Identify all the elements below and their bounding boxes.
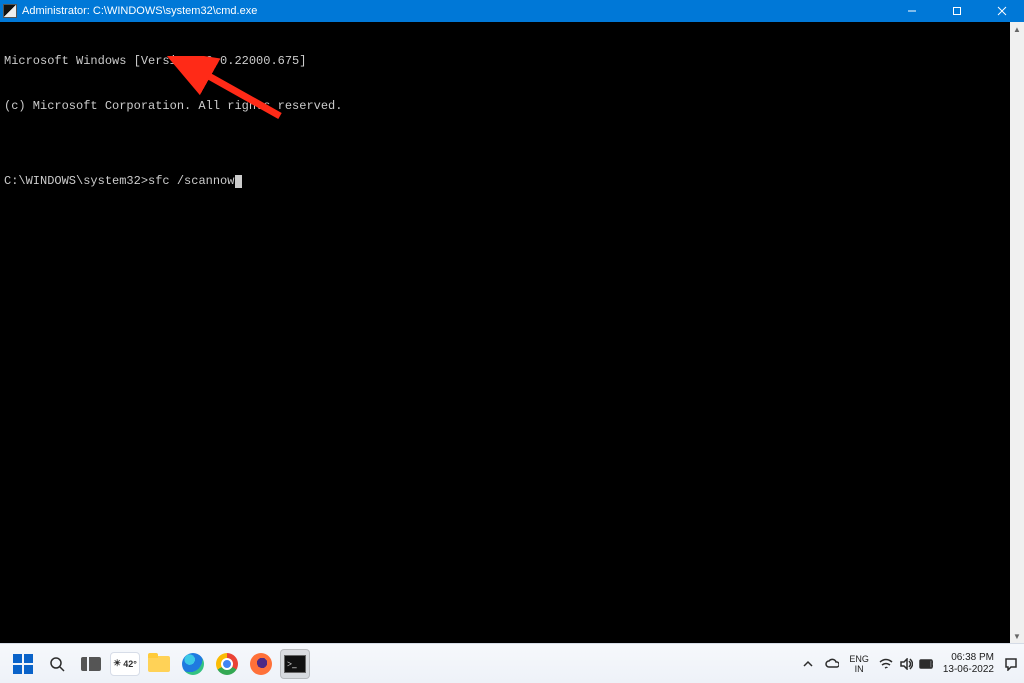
vertical-scrollbar[interactable]: ▲ ▼: [1010, 22, 1024, 643]
onedrive-tray-icon[interactable]: [825, 657, 839, 671]
lang-secondary: IN: [855, 664, 864, 674]
close-button[interactable]: [979, 0, 1024, 22]
tray-overflow-button[interactable]: [801, 657, 815, 671]
task-view-icon: [81, 657, 101, 671]
lang-primary: ENG: [849, 654, 869, 664]
scrollbar-track[interactable]: [1010, 36, 1024, 629]
wifi-icon: [879, 657, 893, 671]
terminal-window: Microsoft Windows [Version 10.0.22000.67…: [0, 22, 1024, 643]
cmd-taskbar-button[interactable]: [280, 649, 310, 679]
edge-button[interactable]: [178, 649, 208, 679]
terminal-prompt: C:\WINDOWS\system32>: [4, 174, 148, 188]
terminal-output[interactable]: Microsoft Windows [Version 10.0.22000.67…: [0, 22, 1024, 643]
clock-date: 13-06-2022: [943, 664, 994, 676]
window-titlebar[interactable]: Administrator: C:\WINDOWS\system32\cmd.e…: [0, 0, 1024, 22]
windows-logo-icon: [13, 654, 33, 674]
terminal-prompt-line: C:\WINDOWS\system32>sfc /scannow: [4, 174, 1020, 189]
taskbar-left: ☀ 42°: [0, 649, 310, 679]
notifications-button[interactable]: [1004, 657, 1018, 671]
firefox-icon: [250, 653, 272, 675]
sun-icon: ☀: [113, 658, 121, 669]
folder-icon: [148, 656, 170, 672]
maximize-button[interactable]: [934, 0, 979, 22]
file-explorer-button[interactable]: [144, 649, 174, 679]
chrome-button[interactable]: [212, 649, 242, 679]
scroll-up-arrow-icon[interactable]: ▲: [1010, 22, 1024, 36]
firefox-button[interactable]: [246, 649, 276, 679]
chevron-up-icon: [802, 658, 814, 670]
window-title: Administrator: C:\WINDOWS\system32\cmd.e…: [22, 5, 889, 17]
start-button[interactable]: [8, 649, 38, 679]
terminal-icon: [284, 655, 306, 673]
taskbar: ☀ 42° ENG IN: [0, 643, 1024, 683]
clock[interactable]: 06:38 PM 13-06-2022: [943, 652, 994, 676]
terminal-cursor: [235, 175, 242, 188]
search-button[interactable]: [42, 649, 72, 679]
battery-icon: [919, 657, 933, 671]
search-icon: [48, 655, 66, 673]
weather-chip: ☀ 42°: [110, 652, 140, 676]
chrome-icon: [216, 653, 238, 675]
notification-icon: [1004, 657, 1018, 671]
terminal-line: Microsoft Windows [Version 10.0.22000.67…: [4, 54, 1020, 69]
cmd-app-icon: [3, 4, 17, 18]
minimize-button[interactable]: [889, 0, 934, 22]
weather-temp: 42°: [123, 659, 137, 669]
edge-icon: [182, 653, 204, 675]
task-view-button[interactable]: [76, 649, 106, 679]
terminal-command: sfc /scannow: [148, 174, 234, 188]
clock-time: 06:38 PM: [951, 652, 994, 664]
language-indicator[interactable]: ENG IN: [849, 654, 869, 674]
window-controls: [889, 0, 1024, 22]
volume-icon: [899, 657, 913, 671]
weather-widget[interactable]: ☀ 42°: [110, 649, 140, 679]
scroll-down-arrow-icon[interactable]: ▼: [1010, 629, 1024, 643]
terminal-line: (c) Microsoft Corporation. All rights re…: [4, 99, 1020, 114]
cloud-icon: [825, 658, 839, 670]
network-volume-battery[interactable]: [879, 657, 933, 671]
system-tray: ENG IN 06:38 PM 13-06-2022: [801, 644, 1018, 683]
